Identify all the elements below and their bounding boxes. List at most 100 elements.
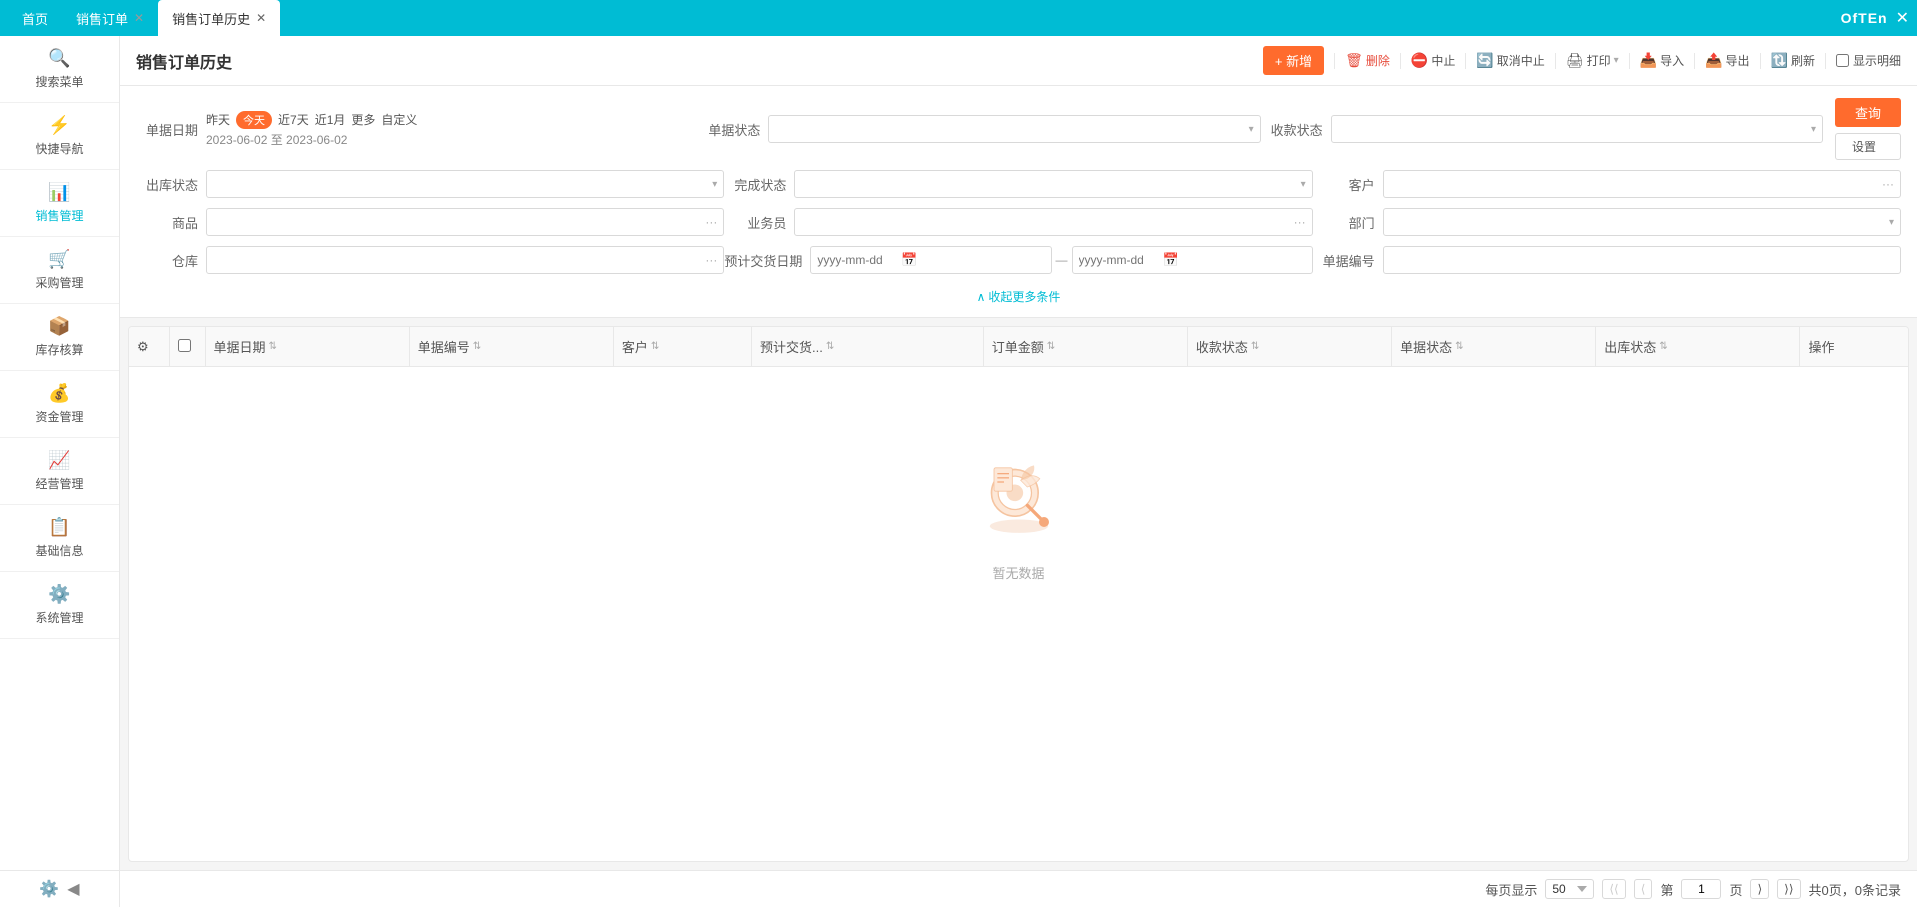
collapse-button[interactable]: ∧ 收起更多条件 [977,288,1061,305]
salesperson-input[interactable] [794,208,1312,236]
th-out-status[interactable]: 出库状态 ⇅ [1596,327,1800,367]
tab-sales-order-close[interactable]: ✕ [134,11,144,25]
calendar-end-icon[interactable]: 📅 [1163,252,1179,268]
th-customer[interactable]: 客户 ⇅ [613,327,751,367]
export-icon: 📤 [1705,52,1722,69]
stop-button[interactable]: ⛔ 中止 [1411,52,1455,69]
sidebar-item-basic-info[interactable]: 📋 基础信息 [0,505,119,572]
delete-button[interactable]: 🗑 删除 [1345,52,1390,69]
th-order-no[interactable]: 单据编号 ⇅ [409,327,613,367]
sidebar-bottom: ⚙️ ◀ [0,870,119,907]
display-toggle-checkbox[interactable] [1836,54,1849,67]
product-input[interactable] [206,208,724,236]
out-status-select[interactable] [206,170,724,198]
warehouse-input[interactable] [206,246,724,274]
department-select[interactable] [1383,208,1901,236]
sidebar-item-quick-nav-label: 快捷导航 [35,140,83,157]
sidebar-item-purchase-mgmt[interactable]: 🛒 采购管理 [0,237,119,304]
calendar-start-icon[interactable]: 📅 [901,252,917,268]
purchase-mgmt-icon: 🛒 [48,249,70,270]
date-opt-1month[interactable]: 近1月 [315,111,346,128]
window-close-btn[interactable]: ✕ [1896,8,1909,28]
payment-status-select[interactable] [1331,115,1823,143]
th-amount[interactable]: 订单金额 ⇅ [983,327,1187,367]
sidebar-item-quick-nav[interactable]: ⚡ 快捷导航 [0,103,119,170]
page-input[interactable] [1681,879,1721,899]
th-amount-label: 订单金额 [992,337,1044,356]
order-status-select[interactable] [768,115,1260,143]
table-area: ⚙ 单据日期 ⇅ 单据编号 [128,326,1909,862]
content-area: 销售订单历史 + 新增 🗑 删除 ⛔ 中止 🔄 取消中止 [120,36,1917,907]
date-opt-yesterday[interactable]: 昨天 [206,111,230,128]
tab-sales-order[interactable]: 销售订单 ✕ [62,0,158,36]
tab-sales-order-history[interactable]: 销售订单历史 ✕ [158,0,280,36]
total-text: 共0页，0条记录 [1809,880,1901,899]
data-table: ⚙ 单据日期 ⇅ 单据编号 [129,327,1908,662]
page-label-suffix: 页 [1729,880,1742,899]
customer-label: 客户 [1313,175,1383,194]
sidebar-item-operations[interactable]: 📈 经营管理 [0,438,119,505]
sidebar-item-operations-label: 经营管理 [35,475,83,492]
complete-status-label: 完成状态 [724,175,794,194]
customer-input[interactable] [1383,170,1901,198]
print-button[interactable]: 🖨 打印 ▾ [1566,52,1619,69]
date-opt-custom[interactable]: 自定义 [381,111,417,128]
sidebar-item-finance[interactable]: 💰 资金管理 [0,371,119,438]
th-payment-status[interactable]: 收款状态 ⇅ [1187,327,1391,367]
date-opt-today[interactable]: 今天 [236,111,272,129]
th-date[interactable]: 单据日期 ⇅ [205,327,409,367]
order-no-label: 单据编号 [1313,251,1383,270]
cancel-stop-button[interactable]: 🔄 取消中止 [1476,52,1544,69]
sort-delivery-date-icon: ⇅ [826,341,834,352]
sidebar-item-sys-mgmt[interactable]: ⚙️ 系统管理 [0,572,119,639]
order-status-label: 单据状态 [698,120,768,139]
last-page-btn[interactable]: ⟩⟩ [1777,879,1800,899]
filter-salesperson-field: 业务员 [724,208,1312,236]
export-button[interactable]: 📤 导出 [1705,52,1749,69]
sort-order-status-icon: ⇅ [1455,341,1463,352]
order-no-text-input[interactable] [1392,253,1892,267]
new-button[interactable]: + 新增 [1263,46,1324,75]
select-all-checkbox[interactable] [178,339,191,352]
th-operations: 操作 [1800,327,1908,367]
date-opt-7days[interactable]: 近7天 [278,111,309,128]
th-checkbox[interactable] [169,327,205,367]
brand-label: OfTEn [1841,10,1888,26]
page-size-select[interactable]: 50 10 20 100 [1545,879,1594,899]
warehouse-label: 仓库 [136,251,206,270]
tab-sales-order-history-close[interactable]: ✕ [256,11,266,25]
prev-page-btn[interactable]: ⟨ [1634,879,1653,899]
sidebar-item-inventory[interactable]: 📦 库存核算 [0,304,119,371]
sidebar-item-sales-mgmt[interactable]: 📊 销售管理 [0,170,119,237]
sys-mgmt-icon: ⚙️ [48,584,70,605]
settings-button[interactable]: 设置 [1835,133,1901,160]
search-button[interactable]: 查询 [1835,98,1901,127]
tab-home[interactable]: 首页 [8,0,62,36]
delivery-date-start-input[interactable] [817,253,897,267]
divider-8 [1825,53,1826,69]
th-order-status[interactable]: 单据状态 ⇅ [1392,327,1596,367]
complete-status-select[interactable] [794,170,1312,198]
delivery-date-end[interactable]: 📅 [1072,246,1313,274]
display-toggle[interactable]: 显示明细 [1836,52,1901,69]
table-settings-icon[interactable]: ⚙ [137,339,149,354]
filter-row-3: 商品 业务员 部门 [136,208,1901,236]
delivery-date-start[interactable]: 📅 [810,246,1051,274]
delivery-date-end-input[interactable] [1079,253,1159,267]
th-settings[interactable]: ⚙ [129,327,169,367]
order-no-input[interactable] [1383,246,1901,274]
filter-row-4: 仓库 预计交货日期 📅 — 📅 单据编号 [136,246,1901,274]
first-page-btn[interactable]: ⟨⟨ [1602,879,1625,899]
page-header: 销售订单历史 + 新增 🗑 删除 ⛔ 中止 🔄 取消中止 [120,36,1917,86]
next-page-btn[interactable]: ⟩ [1750,879,1769,899]
divider-2 [1400,53,1401,69]
import-button[interactable]: 📥 导入 [1640,52,1684,69]
refresh-button[interactable]: 🔃 刷新 [1771,52,1815,69]
sidebar-collapse-btn[interactable]: ◀ [67,879,79,899]
th-delivery-date[interactable]: 预计交货... ⇅ [752,327,984,367]
print-icon: 🖨 [1566,52,1584,69]
sidebar-item-search-menu-label: 搜索菜单 [35,73,83,90]
date-opt-more[interactable]: 更多 [351,111,375,128]
sidebar-settings-btn[interactable]: ⚙️ [39,879,59,899]
sidebar-item-search-menu[interactable]: 🔍 搜索菜单 [0,36,119,103]
